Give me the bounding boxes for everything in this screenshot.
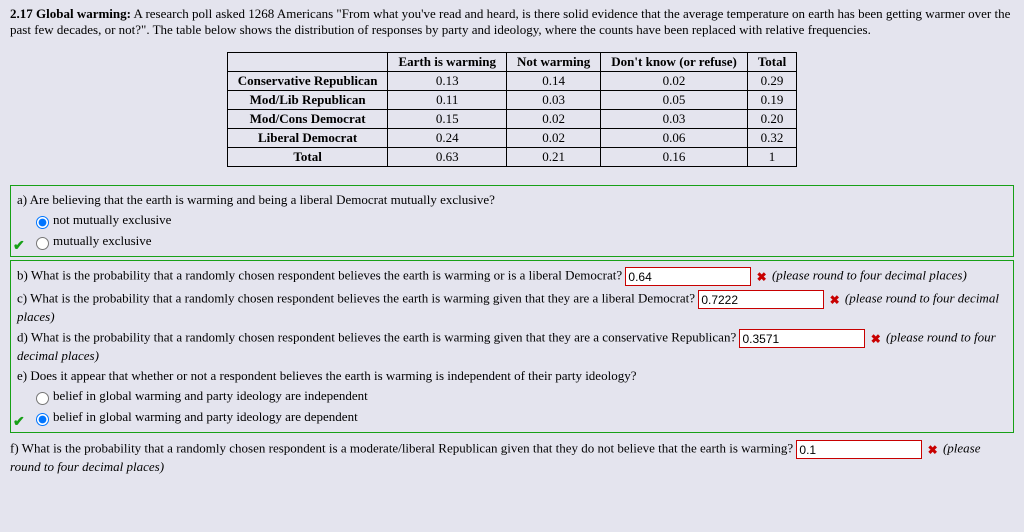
- qa-option-1[interactable]: not mutually exclusive: [31, 212, 171, 227]
- table-row: Mod/Lib Republican0.110.030.050.19: [227, 91, 797, 110]
- data-table: Earth is warming Not warming Don't know …: [227, 52, 798, 167]
- question-b-text: b) What is the probability that a random…: [17, 268, 625, 283]
- data-table-wrap: Earth is warming Not warming Don't know …: [10, 52, 1014, 167]
- check-icon: ✔: [13, 414, 25, 431]
- answer-b-input[interactable]: [625, 267, 751, 286]
- problem-heading: 2.17 Global warming:: [10, 6, 131, 21]
- wrong-icon: ✖: [926, 443, 940, 457]
- wrong-icon: ✖: [828, 293, 842, 307]
- qe-option-2[interactable]: belief in global warming and party ideol…: [31, 409, 358, 424]
- table-row: Liberal Democrat0.240.020.060.32: [227, 129, 797, 148]
- qa-radio-2[interactable]: [36, 237, 49, 250]
- table-row: Mod/Cons Democrat0.150.020.030.20: [227, 110, 797, 129]
- table-row: Total0.630.210.161: [227, 148, 797, 167]
- col-warming: Earth is warming: [388, 53, 507, 72]
- qa-radio-1[interactable]: [36, 216, 49, 229]
- hint-b: (please round to four decimal places): [772, 268, 967, 283]
- answer-c-input[interactable]: [698, 290, 824, 309]
- wrong-icon: ✖: [755, 270, 769, 284]
- qa-option-2[interactable]: mutually exclusive: [31, 233, 152, 248]
- question-d-text: d) What is the probability that a random…: [17, 330, 739, 345]
- question-bcde-box: b) What is the probability that a random…: [10, 260, 1014, 433]
- table-row: Conservative Republican0.130.140.020.29: [227, 72, 797, 91]
- answer-f-input[interactable]: [796, 440, 922, 459]
- qe-option-1[interactable]: belief in global warming and party ideol…: [31, 388, 368, 403]
- problem-intro: 2.17 Global warming: A research poll ask…: [10, 6, 1014, 38]
- question-f-text: f) What is the probability that a random…: [10, 441, 796, 456]
- col-notwarming: Not warming: [506, 53, 600, 72]
- question-f-line: f) What is the probability that a random…: [10, 436, 1014, 477]
- check-icon: ✔: [13, 238, 25, 255]
- qe-radio-2[interactable]: [36, 413, 49, 426]
- question-a-text: a) Are believing that the earth is warmi…: [17, 190, 1007, 210]
- answer-d-input[interactable]: [739, 329, 865, 348]
- question-e-text: e) Does it appear that whether or not a …: [17, 366, 1007, 386]
- question-c-text: c) What is the probability that a random…: [17, 291, 698, 306]
- problem-text: A research poll asked 1268 Americans "Fr…: [10, 6, 1010, 37]
- col-total: Total: [747, 53, 796, 72]
- col-dontknow: Don't know (or refuse): [601, 53, 748, 72]
- qe-radio-1[interactable]: [36, 392, 49, 405]
- wrong-icon: ✖: [869, 332, 883, 346]
- question-a-box: a) Are believing that the earth is warmi…: [10, 185, 1014, 257]
- col-blank: [227, 53, 388, 72]
